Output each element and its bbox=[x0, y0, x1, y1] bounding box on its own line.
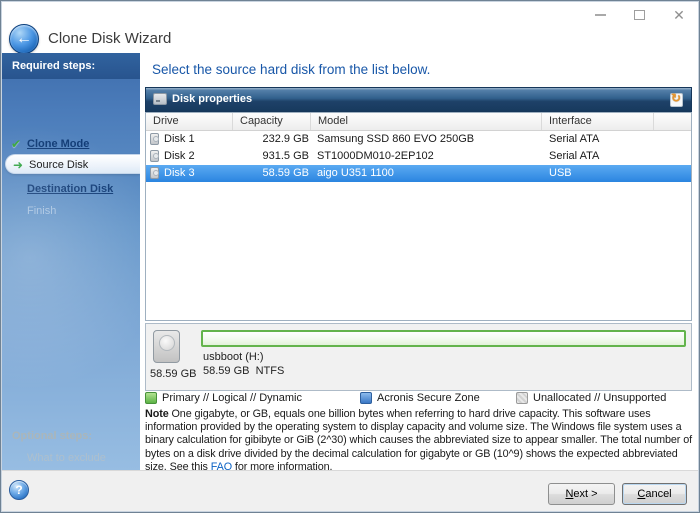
table-row-disk-2[interactable]: Disk 2 931.5 GB ST1000DM010-2EP102 Seria… bbox=[146, 148, 691, 165]
cell-drive: Disk 3 bbox=[164, 167, 195, 179]
cell-model: ST1000DM010-2EP102 bbox=[317, 150, 434, 162]
column-header-model[interactable]: Model bbox=[311, 113, 542, 130]
table-row-disk-3-selected[interactable]: Disk 3 58.59 GB aigo U351 1100 USB bbox=[146, 165, 691, 182]
window-title: Clone Disk Wizard bbox=[48, 30, 172, 47]
legend-label: Primary // Logical // Dynamic bbox=[162, 392, 302, 404]
step-done-check-icon: ✔ bbox=[10, 137, 22, 151]
next-button[interactable]: Next > bbox=[548, 483, 615, 505]
note-bold: Note bbox=[145, 408, 169, 420]
title-bar: ← Clone Disk Wizard ✕ bbox=[0, 0, 700, 54]
table-header-row: Drive Capacity Model Interface bbox=[146, 113, 691, 131]
cell-capacity: 232.9 GB bbox=[262, 133, 309, 145]
refresh-icon: ↻ bbox=[671, 91, 682, 105]
next-button-label: ext > bbox=[573, 488, 598, 500]
cell-model: aigo U351 1100 bbox=[317, 167, 394, 179]
sidebar-step-source-disk[interactable]: ➜ Source Disk bbox=[5, 154, 140, 174]
column-header-spacer bbox=[654, 113, 691, 130]
step-label: Finish bbox=[27, 205, 57, 217]
page-title: Select the source hard disk from the lis… bbox=[152, 62, 431, 77]
close-icon: ✕ bbox=[673, 7, 685, 23]
refresh-button[interactable]: ↻ bbox=[668, 91, 686, 109]
close-button[interactable]: ✕ bbox=[665, 4, 693, 26]
help-button[interactable]: ? bbox=[9, 480, 29, 500]
disk-properties-icon bbox=[153, 93, 167, 105]
column-header-interface[interactable]: Interface bbox=[542, 113, 654, 130]
optional-steps-header: Optional steps: bbox=[12, 430, 93, 442]
legend-primary-swatch bbox=[145, 392, 157, 404]
step-current-arrow-icon: ➜ bbox=[12, 158, 24, 172]
legend-unallocated-swatch bbox=[516, 392, 528, 404]
volume-label: usbboot (H:) bbox=[203, 351, 264, 363]
sidebar-step-destination-disk[interactable]: Destination Disk bbox=[0, 179, 140, 199]
cell-drive: Disk 1 bbox=[164, 133, 195, 145]
cell-interface: Serial ATA bbox=[549, 133, 600, 145]
legend-label: Unallocated // Unsupported bbox=[533, 392, 667, 404]
table-row-disk-1[interactable]: Disk 1 232.9 GB Samsung SSD 860 EVO 250G… bbox=[146, 131, 691, 148]
disk-icon bbox=[150, 150, 159, 162]
disk-layout-panel: 58.59 GB usbboot (H:) 58.59 GB NTFS bbox=[145, 323, 692, 391]
column-header-drive[interactable]: Drive bbox=[146, 113, 233, 130]
maximize-button[interactable] bbox=[625, 4, 653, 26]
clone-disk-wizard-window: ← Clone Disk Wizard ✕ Required steps: ✔ … bbox=[0, 0, 700, 513]
disk-table: Drive Capacity Model Interface Disk 1 23… bbox=[145, 112, 692, 321]
cell-model: Samsung SSD 860 EVO 250GB bbox=[317, 133, 475, 145]
cancel-button[interactable]: Cancel bbox=[622, 483, 687, 505]
column-header-capacity[interactable]: Capacity bbox=[233, 113, 311, 130]
cell-capacity: 931.5 GB bbox=[262, 150, 309, 162]
minimize-icon bbox=[594, 14, 606, 16]
capacity-note: Note One gigabyte, or GB, equals one bil… bbox=[145, 408, 693, 474]
legend-label: Acronis Secure Zone bbox=[377, 392, 480, 404]
disk-properties-button[interactable]: Disk properties bbox=[172, 88, 252, 111]
maximize-icon bbox=[633, 10, 645, 20]
sidebar-step-clone-mode[interactable]: ✔ Clone Mode bbox=[0, 134, 140, 154]
step-label: Clone Mode bbox=[27, 138, 90, 150]
partition-bar[interactable] bbox=[201, 330, 686, 347]
disk-size-label: 58.59 GB bbox=[150, 368, 197, 380]
cell-interface: USB bbox=[549, 167, 572, 179]
disk-properties-toolbar: Disk properties ↻ bbox=[145, 87, 692, 112]
back-arrow-icon: ← bbox=[16, 30, 32, 47]
footer-bar: ? Next > Cancel bbox=[0, 470, 700, 513]
step-label: Source Disk bbox=[29, 159, 89, 171]
wizard-steps-sidebar: Required steps: ✔ Clone Mode ➜ Source Di… bbox=[0, 53, 140, 470]
sidebar-step-what-to-exclude: What to exclude bbox=[27, 452, 106, 464]
legend-secure-zone-swatch bbox=[360, 392, 372, 404]
sidebar-step-finish: Finish bbox=[0, 201, 140, 221]
cell-capacity: 58.59 GB bbox=[262, 167, 309, 179]
cell-drive: Disk 2 bbox=[164, 150, 195, 162]
step-label: Destination Disk bbox=[27, 183, 114, 195]
back-button[interactable]: ← bbox=[9, 24, 39, 54]
disk-icon bbox=[150, 133, 159, 145]
hard-disk-icon bbox=[153, 330, 180, 363]
required-steps-header: Required steps: bbox=[0, 53, 140, 79]
disk-icon bbox=[150, 167, 159, 179]
cancel-button-label: ancel bbox=[645, 488, 672, 500]
minimize-button[interactable] bbox=[586, 4, 614, 26]
cell-interface: Serial ATA bbox=[549, 150, 600, 162]
volume-info: 58.59 GB NTFS bbox=[203, 365, 285, 377]
help-icon: ? bbox=[15, 483, 23, 497]
